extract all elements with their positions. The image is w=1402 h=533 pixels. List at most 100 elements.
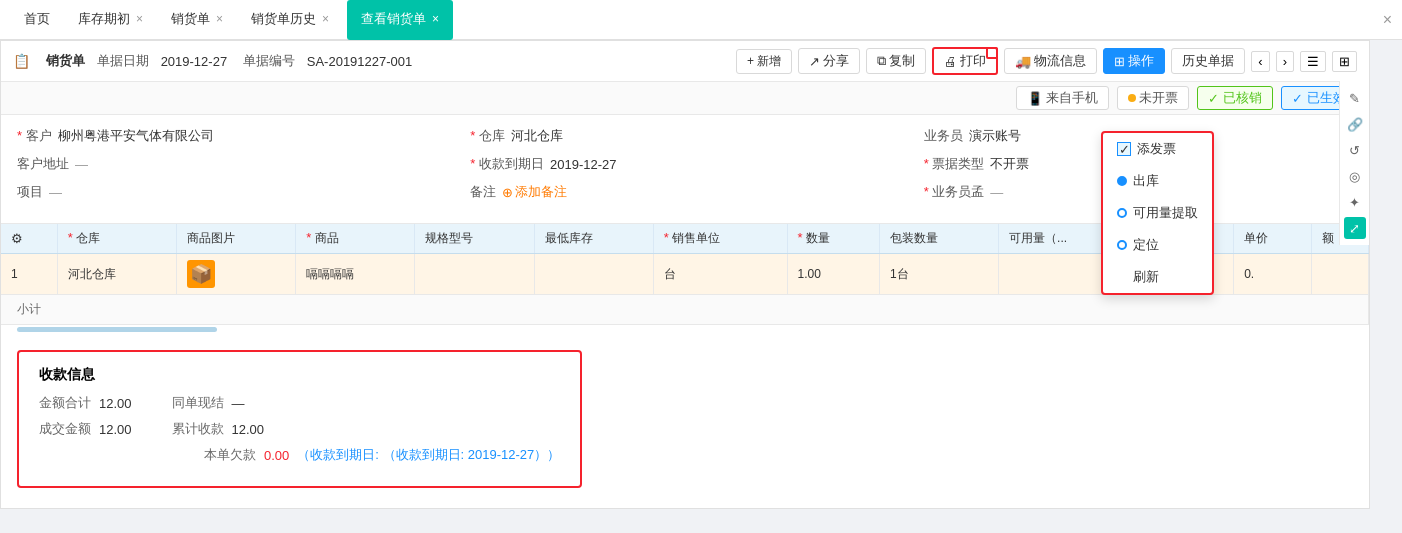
th-product: * 商品 [296, 224, 415, 254]
ticket-value: 不开票 [990, 155, 1029, 173]
same-order-field: 同单现结 — [172, 394, 245, 412]
payment-title: 收款信息 [39, 366, 560, 384]
tab-inventory-init-close[interactable]: × [136, 12, 143, 26]
dropdown-available-qty[interactable]: 可用量提取 [1103, 197, 1212, 229]
transaction-field: 成交金额 12.00 [39, 420, 132, 438]
grid-icon: ⊞ [1114, 54, 1125, 69]
logistics-button[interactable]: 🚚 物流信息 [1004, 48, 1097, 74]
toolbar2: 📱 来自手机 未开票 ✓ 已核销 ✓ 已生效 [1, 82, 1369, 115]
not-open-ticket-button[interactable]: 未开票 [1117, 86, 1189, 110]
tab-home[interactable]: 首页 [10, 0, 64, 40]
required-star: * [68, 230, 73, 245]
payment-row-1: 金额合计 12.00 同单现结 — [39, 394, 560, 412]
tab-sales-order[interactable]: 销货单 × [157, 0, 237, 40]
settings-icon[interactable]: ⚙ [11, 231, 23, 246]
total-field: 金额合计 12.00 [39, 394, 132, 412]
balance-field: 本单欠款 0.00 （收款到期日: （收款到期日: 2019-12-27）） [39, 446, 560, 464]
project-label: 项目 [17, 183, 43, 201]
right-edit-icon[interactable]: ✎ [1344, 87, 1366, 109]
plus-icon: ⊕ [502, 185, 513, 200]
operations-button[interactable]: ⊞ 操作 [1103, 48, 1165, 74]
required-star2: * [306, 230, 311, 245]
radio-icon-selected [1117, 176, 1127, 186]
dropdown-locate[interactable]: 定位 [1103, 229, 1212, 261]
tab-sales-history-close[interactable]: × [322, 12, 329, 26]
td-warehouse: 河北仓库 [57, 254, 176, 295]
address-label: 客户地址 [17, 155, 69, 173]
radio-icon-1 [1117, 208, 1127, 218]
warehouse-value: 河北仓库 [511, 127, 563, 145]
dropdown-out-warehouse[interactable]: 出库 [1103, 165, 1212, 197]
main-content: 📋 销货单 单据日期 2019-12-27 单据编号 SA-20191227-0… [0, 40, 1370, 509]
balance-value: 0.00 [264, 448, 289, 463]
th-quantity: * 数量 [787, 224, 879, 254]
tab-sales-history[interactable]: 销货单历史 × [237, 0, 343, 40]
address-value: — [75, 157, 88, 172]
th-unit-price: 单价 [1234, 224, 1312, 254]
th-image: 商品图片 [176, 224, 295, 254]
copy-button[interactable]: ⧉ 复制 [866, 48, 926, 74]
total-label: 金额合计 [39, 394, 91, 412]
close-all-button[interactable]: × [1383, 11, 1392, 29]
check-icon: ✓ [1208, 91, 1219, 106]
right-refresh-icon[interactable]: ↺ [1344, 139, 1366, 161]
doc-meta: 单据日期 2019-12-27 单据编号 SA-20191227-001 [97, 52, 412, 70]
right-star-icon[interactable]: ✦ [1344, 191, 1366, 213]
tab-view-sales-order-close[interactable]: × [432, 12, 439, 26]
salesperson-value: — [990, 185, 1003, 200]
right-link-icon[interactable]: 🔗 [1344, 113, 1366, 135]
subtotal-label: 小计 [1, 295, 1369, 325]
list-view-button[interactable]: ☰ [1300, 51, 1326, 72]
same-order-label: 同单现结 [172, 394, 224, 412]
project-field: 项目 — [17, 183, 446, 201]
td-image: 📦 [176, 254, 295, 295]
th-pack-qty: 包装数量 [879, 224, 998, 254]
grid-view-button[interactable]: ⊞ [1332, 51, 1357, 72]
confirmed-badge: ✓ 已核销 [1197, 86, 1273, 110]
dropdown-refresh[interactable]: 刷新 [1103, 261, 1212, 293]
th-warehouse: * 仓库 [57, 224, 176, 254]
right-user-icon[interactable]: ◎ [1344, 165, 1366, 187]
print-icon: 🖨 [944, 54, 957, 69]
tab-inventory-init[interactable]: 库存期初 × [64, 0, 157, 40]
td-spec [415, 254, 534, 295]
from-phone-button[interactable]: 📱 来自手机 [1016, 86, 1109, 110]
project-value: — [49, 185, 62, 200]
cumulative-value: 12.00 [232, 422, 265, 437]
next-button[interactable]: › [1276, 51, 1294, 72]
td-amount [1311, 254, 1368, 295]
share-icon: ↗ [809, 54, 820, 69]
cumulative-field: 累计收款 12.00 [172, 420, 265, 438]
dropdown-add-invoice[interactable]: ✓ 添发票 [1103, 133, 1212, 165]
payment-row-2: 成交金额 12.00 累计收款 12.00 [39, 420, 560, 438]
warehouse-field: 仓库 河北仓库 [470, 127, 899, 145]
prev-button[interactable]: ‹ [1251, 51, 1269, 72]
check-circle-icon: ✓ [1292, 91, 1303, 106]
share-button[interactable]: ↗ 分享 [798, 48, 860, 74]
tab-view-sales-order[interactable]: 查看销货单 × [347, 0, 453, 40]
warehouse-label: 仓库 [470, 127, 505, 145]
cumulative-label: 累计收款 [172, 420, 224, 438]
td-row-num: 1 [1, 254, 57, 295]
add-note-button[interactable]: ⊕ 添加备注 [502, 183, 567, 201]
history-button[interactable]: 历史单据 [1171, 48, 1245, 74]
product-image: 📦 [187, 260, 215, 288]
operations-dropdown: ✓ 添发票 出库 可用量提取 定位 刷新 [1101, 131, 1214, 295]
transaction-label: 成交金额 [39, 420, 91, 438]
new-button[interactable]: + 新增 [736, 49, 792, 74]
td-unit: 台 [653, 254, 787, 295]
td-quantity: 1.00 [787, 254, 879, 295]
scroll-indicator [17, 327, 217, 332]
payment-row-3: 本单欠款 0.00 （收款到期日: （收款到期日: 2019-12-27）） [39, 446, 560, 464]
right-expand-icon[interactable]: ⤢ [1344, 217, 1366, 239]
print-button[interactable]: 🖨 打印 [932, 47, 998, 75]
tab-sales-order-close[interactable]: × [216, 12, 223, 26]
toolbar: 📋 销货单 单据日期 2019-12-27 单据编号 SA-20191227-0… [1, 41, 1369, 82]
th-min-stock: 最低库存 [534, 224, 653, 254]
note-label: 备注 [470, 183, 496, 201]
payment-box: 收款信息 金额合计 12.00 同单现结 — 成交金额 12.00 [17, 350, 582, 488]
required-star4: * [798, 230, 803, 245]
due-date-value: 2019-12-27 [550, 157, 617, 172]
status-dot-orange [1128, 94, 1136, 102]
phone-icon: 📱 [1027, 91, 1043, 106]
